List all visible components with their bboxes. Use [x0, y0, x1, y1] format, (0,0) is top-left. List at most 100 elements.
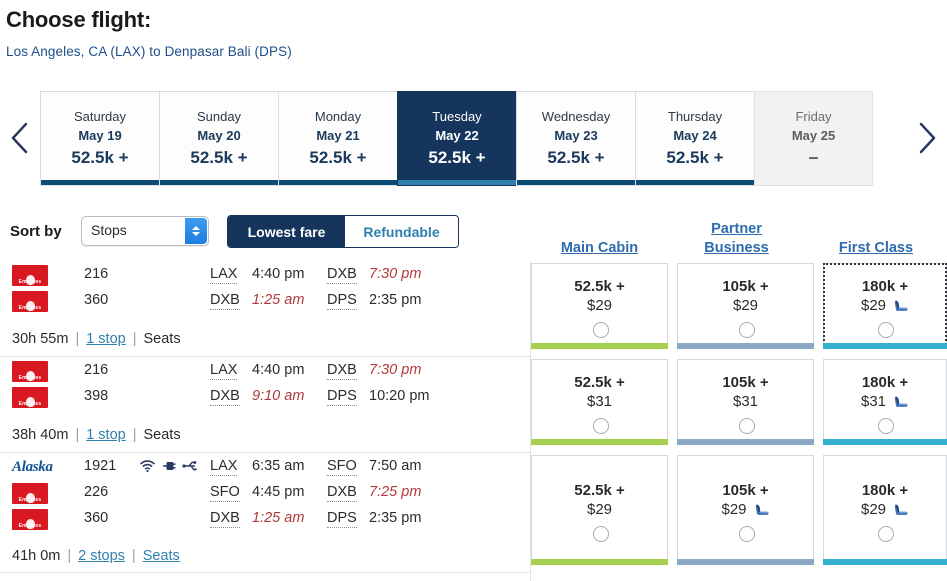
fare-price: $29 [860, 297, 887, 314]
lie-flat-seat-icon [894, 300, 908, 311]
fare-price: $31 [860, 393, 887, 410]
departure-time: 1:25 am [252, 292, 305, 308]
fare-card-first-class[interactable]: 180k + $29 [823, 263, 947, 349]
origin-airport[interactable]: SFO [210, 484, 240, 502]
fare-card-main-cabin[interactable]: 52.5k + $29 [531, 263, 668, 349]
seats-link[interactable]: Seats [143, 548, 180, 564]
arrival-time: 7:50 am [369, 458, 422, 474]
flight-leg: Emirates 360 DXB 1:25 am DPS 2:35 pm [0, 289, 530, 315]
fare-select-radio[interactable] [878, 322, 894, 338]
fare-card-partner-business[interactable]: 105k + $31 [677, 359, 814, 445]
destination-airport[interactable]: DXB [327, 484, 357, 502]
flight-leg: Emirates 398 DXB 9:10 am DPS 10:20 pm [0, 385, 530, 411]
cabin-header-main-cabin[interactable]: Main Cabin [531, 239, 668, 258]
sort-select[interactable]: Stops [81, 216, 209, 246]
date-tile-dayofweek: Wednesday [541, 108, 611, 124]
origin-airport[interactable]: LAX [210, 458, 238, 476]
previous-days-arrow[interactable] [0, 88, 40, 188]
page-title: Choose flight: [6, 7, 152, 32]
refundable-button[interactable]: Refundable [345, 216, 458, 247]
fare-card-main-cabin[interactable]: 52.5k + $31 [531, 359, 668, 445]
sort-stepper-icon[interactable] [185, 218, 207, 244]
fare-select-radio[interactable] [592, 526, 609, 542]
origin-airport[interactable]: DXB [210, 292, 240, 310]
cabin-header-partner-business[interactable]: Partner Business [668, 220, 805, 258]
date-tile-underline [517, 179, 635, 185]
date-tile-may-22[interactable]: Tuesday May 22 52.5k + [397, 90, 516, 186]
fare-price-line: $31 [824, 393, 946, 410]
emirates-airlines-logo: Emirates [12, 509, 48, 530]
origin-airport[interactable]: DXB [210, 388, 240, 406]
fare-select-radio[interactable] [738, 418, 755, 434]
date-tile-may-23[interactable]: Wednesday May 23 52.5k + [516, 90, 635, 186]
origin-airport[interactable]: LAX [210, 362, 238, 380]
itinerary-block: Emirates 216 LAX 4:40 pm DXB 7:30 pm Emirates 3… [0, 261, 530, 357]
meta-separator: | [132, 331, 137, 347]
meta-separator: | [131, 548, 136, 564]
cabin-header-partner-line2: Business [704, 240, 769, 256]
total-duration: 38h 40m [12, 427, 69, 443]
next-days-arrow[interactable] [907, 88, 947, 188]
fare-select-radio[interactable] [738, 526, 755, 542]
fare-card-first-class[interactable]: 180k + $31 [823, 359, 947, 445]
stops-link[interactable]: 1 stop [86, 427, 126, 443]
origin-airport[interactable]: DXB [210, 510, 240, 528]
destination-airport[interactable]: SFO [327, 458, 357, 476]
lowest-fare-button[interactable]: Lowest fare [228, 216, 345, 247]
departure-time: 6:35 am [252, 458, 305, 474]
date-tile-may-20[interactable]: Sunday May 20 52.5k + [159, 90, 278, 186]
cabin-header-partner-line1: Partner [711, 221, 762, 237]
flight-leg: Alaska 1921 LAX 6:35 am SFO 7:50 am [0, 455, 530, 481]
date-tile-dayofweek: Sunday [196, 108, 242, 124]
date-tile-price: 52.5k + [666, 147, 724, 167]
fare-card-partner-business[interactable]: 105k + $29 [677, 455, 814, 565]
fare-accent-bar [677, 439, 814, 445]
fare-select-radio[interactable] [592, 322, 609, 338]
date-tile-may-21[interactable]: Monday May 21 52.5k + [278, 90, 397, 186]
stops-link[interactable]: 2 stops [78, 548, 125, 564]
sort-select-value: Stops [91, 222, 127, 238]
fare-points: 105k + [722, 278, 769, 295]
cabin-header-first-class-label: First Class [838, 240, 914, 256]
origin-airport[interactable]: LAX [210, 266, 238, 284]
fare-select-radio[interactable] [878, 418, 894, 434]
date-tile-may-24[interactable]: Thursday May 24 52.5k + [635, 90, 754, 186]
destination-airport[interactable]: DPS [327, 388, 357, 406]
fare-select-radio[interactable] [592, 418, 609, 434]
fare-card-first-class[interactable]: 180k + $29 [823, 455, 947, 565]
stops-link[interactable]: 1 stop [86, 331, 126, 347]
destination-airport[interactable]: DPS [327, 510, 357, 528]
fare-accent-bar [823, 343, 947, 349]
itinerary-meta: 41h 0m | 2 stops | Seats [12, 548, 180, 564]
date-tile-may-19[interactable]: Saturday May 19 52.5k + [40, 90, 159, 186]
date-tile-price: 52.5k + [547, 147, 605, 167]
meta-separator: | [67, 548, 72, 564]
destination-airport[interactable]: DXB [327, 266, 357, 284]
destination-airport[interactable]: DPS [327, 292, 357, 310]
itinerary-meta: 30h 55m | 1 stop | Seats [12, 331, 181, 347]
destination-airport[interactable]: DXB [327, 362, 357, 380]
flight-number: 216 [84, 362, 109, 378]
meta-separator: | [75, 331, 80, 347]
cabin-header-first-class[interactable]: First Class [805, 239, 947, 258]
emirates-airlines-logo: Emirates [12, 265, 48, 286]
date-tile-date: May 19 [78, 127, 122, 143]
date-selector-strip: Saturday May 19 52.5k + Sunday May 20 52.5k +… [0, 88, 947, 188]
fare-select-radio[interactable] [738, 322, 755, 338]
fare-points: 105k + [722, 374, 769, 391]
fare-card-main-cabin[interactable]: 52.5k + $29 [531, 455, 668, 565]
fare-points: 180k + [861, 278, 909, 295]
emirates-airlines-logo: Emirates [12, 483, 48, 504]
date-tile-date: May 21 [316, 127, 360, 143]
fare-price-line: $29 [532, 501, 667, 518]
fare-price: $31 [586, 393, 613, 410]
page-header: Choose flight: Los Angeles, CA (LAX) to … [0, 0, 947, 59]
date-tile-dayofweek: Thursday [667, 108, 723, 124]
arrival-time: 10:20 pm [369, 388, 430, 404]
fare-price: $31 [732, 393, 759, 410]
fare-card-partner-business[interactable]: 105k + $29 [677, 263, 814, 349]
fare-select-radio[interactable] [878, 526, 894, 542]
flight-number: 1921 [84, 458, 117, 474]
date-tile-underline [398, 179, 516, 185]
meta-separator: | [75, 427, 80, 443]
